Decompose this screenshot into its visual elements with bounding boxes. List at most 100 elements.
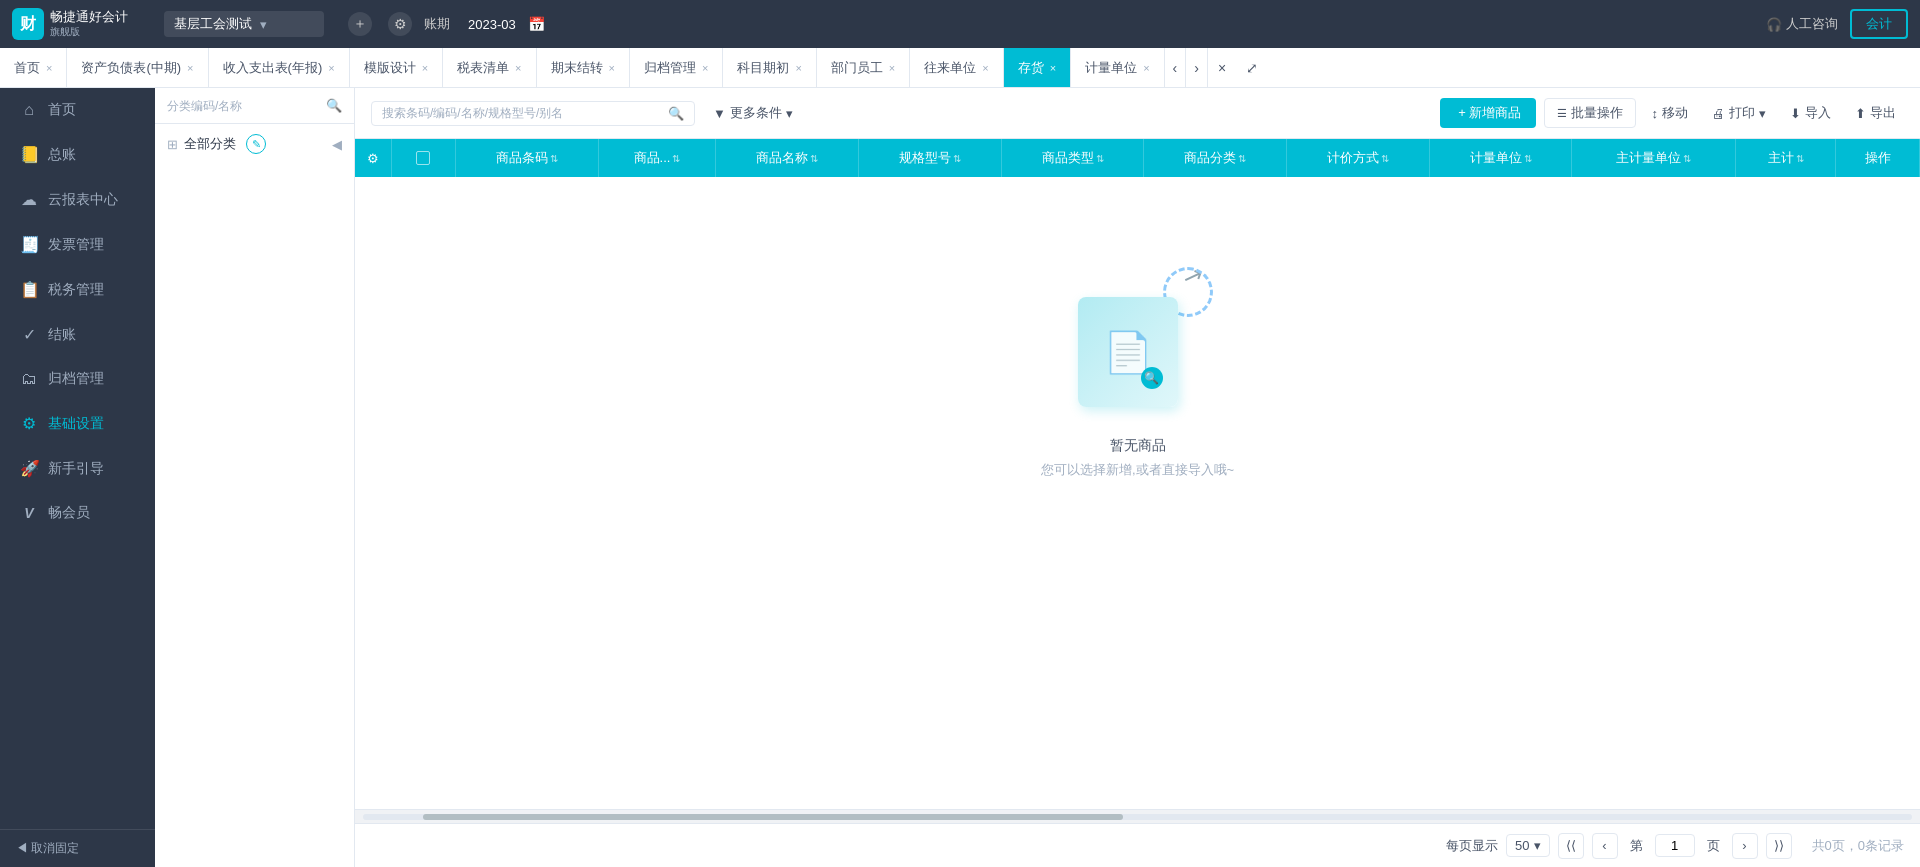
tab-close-icon[interactable]: ×	[422, 62, 428, 74]
move-btn[interactable]: ↕ 移动	[1644, 99, 1697, 127]
sidebar-label: 新手引导	[48, 460, 104, 478]
per-page-selector[interactable]: 50 ▾	[1506, 834, 1549, 857]
tab-close-icon[interactable]: ×	[795, 62, 801, 74]
tab-label: 资产负债表(中期)	[81, 59, 181, 77]
page-number-input[interactable]	[1655, 834, 1695, 857]
sidebar-label: 基础设置	[48, 415, 104, 433]
edit-icon[interactable]: ✎	[246, 134, 266, 154]
add-tab-btn[interactable]: ＋	[348, 12, 372, 36]
tab-close-icon[interactable]: ×	[1050, 62, 1056, 74]
tab-template[interactable]: 模版设计 ×	[350, 48, 443, 87]
tab-dept-staff[interactable]: 部门员工 ×	[817, 48, 910, 87]
filter-icon: ▼	[713, 106, 726, 121]
settings-icon[interactable]: ⚙	[388, 12, 412, 36]
table-col-spec[interactable]: 规格型号⇅	[859, 139, 1002, 177]
table-col-price-method[interactable]: 计价方式⇅	[1287, 139, 1430, 177]
invoice-icon: 🧾	[20, 235, 38, 254]
tab-next-btn[interactable]: ›	[1186, 48, 1208, 87]
tab-close-icon[interactable]: ×	[187, 62, 193, 74]
import-btn[interactable]: ⬇ 导入	[1782, 99, 1839, 127]
account-button[interactable]: 会计	[1850, 9, 1908, 39]
table-col-barcode[interactable]: 商品条码⇅	[455, 139, 598, 177]
tab-subject-init[interactable]: 科目期初 ×	[723, 48, 816, 87]
tab-balance-mid[interactable]: 资产负债表(中期) ×	[67, 48, 208, 87]
tab-income-annual[interactable]: 收入支出表(年报) ×	[209, 48, 350, 87]
import-label: 导入	[1805, 104, 1831, 122]
sidebar-item-tax[interactable]: 📋 税务管理	[0, 267, 155, 312]
table-col-code[interactable]: 商品...⇅	[598, 139, 716, 177]
sidebar-item-home[interactable]: ⌂ 首页	[0, 88, 155, 132]
tab-close-icon[interactable]: ×	[1143, 62, 1149, 74]
sidebar-unpin-btn[interactable]: ◀ 取消固定	[0, 829, 155, 867]
table-col-main-unit[interactable]: 主计量单位⇅	[1572, 139, 1736, 177]
scrollbar-thumb[interactable]	[423, 814, 1123, 820]
headset-icon: 🎧	[1766, 17, 1782, 32]
scrollbar-track[interactable]	[363, 814, 1912, 820]
tab-partner[interactable]: 往来单位 ×	[910, 48, 1003, 87]
tab-label: 归档管理	[644, 59, 696, 77]
tab-unit[interactable]: 计量单位 ×	[1071, 48, 1164, 87]
page-prev-btn[interactable]: ‹	[1592, 833, 1618, 859]
all-category-item[interactable]: ⊞ 全部分类 ✎ ◀	[155, 124, 354, 164]
category-search-input[interactable]	[167, 99, 320, 113]
sidebar-item-archive[interactable]: 🗂 归档管理	[0, 357, 155, 401]
main-layout: ⌂ 首页 📒 总账 ☁ 云报表中心 🧾 发票管理 📋 税务管理 ✓ 结账 🗂 归…	[0, 88, 1920, 867]
tab-close-icon[interactable]: ×	[515, 62, 521, 74]
scrollbar-area[interactable]	[355, 809, 1920, 823]
export-btn[interactable]: ⬆ 导出	[1847, 99, 1904, 127]
table-col-type[interactable]: 商品类型⇅	[1001, 139, 1144, 177]
left-panel: 🔍 ⊞ 全部分类 ✎ ◀	[155, 88, 355, 867]
tab-inventory[interactable]: 存货 ×	[1004, 48, 1071, 87]
customer-service-btn[interactable]: 🎧 人工咨询	[1766, 15, 1838, 33]
tab-home[interactable]: 首页 ×	[0, 48, 67, 87]
batch-operation-btn[interactable]: ☰ 批量操作	[1544, 98, 1636, 128]
page-last-btn[interactable]: ⟩⟩	[1766, 833, 1792, 859]
tab-close-icon[interactable]: ×	[889, 62, 895, 74]
sidebar-item-ledger[interactable]: 📒 总账	[0, 132, 155, 177]
add-product-btn[interactable]: + 新增商品	[1440, 98, 1535, 128]
tab-period-carry[interactable]: 期末结转 ×	[537, 48, 630, 87]
table-checkbox-col[interactable]	[392, 139, 456, 177]
sidebar-item-member[interactable]: V 畅会员	[0, 491, 155, 535]
tab-tax-list[interactable]: 税表清单 ×	[443, 48, 536, 87]
select-all-checkbox[interactable]	[416, 151, 430, 165]
print-btn[interactable]: 🖨 打印 ▾	[1704, 99, 1774, 127]
table-col-unit[interactable]: 计量单位⇅	[1429, 139, 1572, 177]
table-col-category[interactable]: 商品分类⇅	[1144, 139, 1287, 177]
collapse-icon[interactable]: ◀	[332, 137, 342, 152]
more-conditions-btn[interactable]: ▼ 更多条件 ▾	[705, 100, 801, 126]
sidebar-item-basic-settings[interactable]: ⚙ 基础设置	[0, 401, 155, 446]
table-col-main-calc[interactable]: 主计⇅	[1736, 139, 1836, 177]
tab-close-icon[interactable]: ×	[46, 62, 52, 74]
tab-close-icon[interactable]: ×	[328, 62, 334, 74]
tab-label: 期末结转	[551, 59, 603, 77]
app-sub: 旗舰版	[50, 25, 128, 39]
calendar-icon[interactable]: 📅	[528, 16, 545, 32]
product-search-input[interactable]	[382, 106, 662, 120]
tab-prev-btn[interactable]: ‹	[1165, 48, 1187, 87]
export-label: 导出	[1870, 104, 1896, 122]
tab-bar: 首页 × 资产负债表(中期) × 收入支出表(年报) × 模版设计 × 税表清单…	[0, 48, 1920, 88]
tab-archive[interactable]: 归档管理 ×	[630, 48, 723, 87]
tab-close-all-btn[interactable]: ×	[1208, 48, 1236, 87]
search-submit-icon[interactable]: 🔍	[668, 106, 684, 121]
close-account-icon: ✓	[20, 325, 38, 344]
product-table: ⚙ 商品条码⇅ 商品...⇅ 商品名称⇅ 规格型号⇅ 商品类型⇅ 商品分类⇅	[355, 139, 1920, 177]
table-settings-col[interactable]: ⚙	[355, 139, 392, 177]
period-label: 账期	[424, 15, 450, 33]
page-first-btn[interactable]: ⟨⟨	[1558, 833, 1584, 859]
page-label-suffix: 页	[1707, 837, 1720, 855]
tab-expand-btn[interactable]: ⤢	[1236, 48, 1268, 87]
tab-close-icon[interactable]: ×	[982, 62, 988, 74]
sidebar-item-invoice[interactable]: 🧾 发票管理	[0, 222, 155, 267]
table-col-name[interactable]: 商品名称⇅	[716, 139, 859, 177]
search-icon[interactable]: 🔍	[326, 98, 342, 113]
company-selector[interactable]: 基层工会测试 ▾	[164, 11, 324, 37]
page-next-btn[interactable]: ›	[1732, 833, 1758, 859]
sidebar-item-close[interactable]: ✓ 结账	[0, 312, 155, 357]
tab-close-icon[interactable]: ×	[609, 62, 615, 74]
tab-close-icon[interactable]: ×	[702, 62, 708, 74]
sidebar-item-cloud-report[interactable]: ☁ 云报表中心	[0, 177, 155, 222]
sidebar-item-guide[interactable]: 🚀 新手引导	[0, 446, 155, 491]
empty-state: ↗ 📄 🔍 暂无商品 您可以选择	[355, 177, 1920, 559]
